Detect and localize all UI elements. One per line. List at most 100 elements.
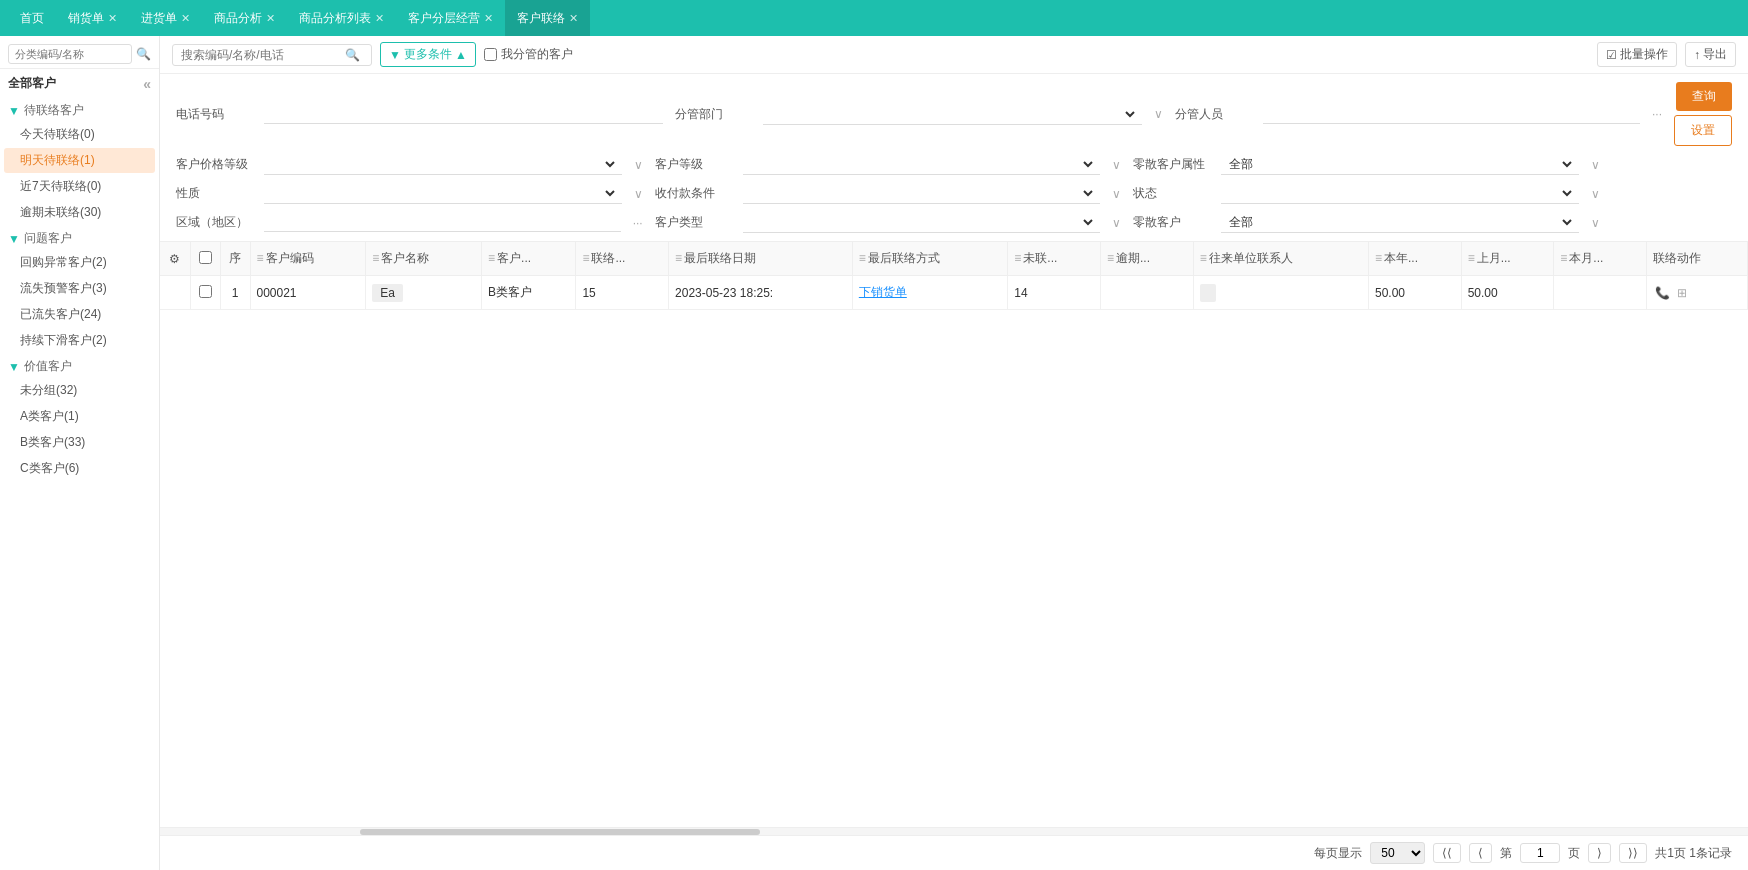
filter-select-retail-attr[interactable]: 全部 [1225, 156, 1575, 172]
bottom-bar: 每页显示 50 100 ⟨⟨ ⟨ 第 页 ⟩ ⟩⟩ 共1页 1条记录 [160, 835, 1748, 870]
col-uncontacted[interactable]: ≡未联... [1008, 242, 1101, 276]
col-company-contact[interactable]: ≡往来单位联系人 [1193, 242, 1368, 276]
collapse-icon[interactable]: « [143, 76, 151, 92]
col-category[interactable]: ≡客户... [482, 242, 576, 276]
filter-select-payment[interactable] [747, 185, 1097, 201]
batch-operation-button[interactable]: ☑ 批量操作 [1597, 42, 1677, 67]
sidebar-item-ungrouped[interactable]: 未分组(32) [4, 378, 155, 403]
filter-input-region[interactable] [264, 213, 621, 232]
col-last-contact-date[interactable]: ≡最后联络日期 [669, 242, 853, 276]
filter-select-level[interactable] [747, 156, 1097, 172]
nav-product-analysis[interactable]: 商品分析 ✕ [202, 0, 287, 36]
query-button[interactable]: 查询 [1676, 82, 1732, 111]
last-page-button[interactable]: ⟩⟩ [1619, 843, 1647, 863]
filter-input-person[interactable] [1263, 105, 1640, 124]
col-customer-code[interactable]: ≡客户编码 [250, 242, 366, 276]
search-icon[interactable]: 🔍 [345, 48, 360, 62]
filter-select-price[interactable] [268, 156, 618, 172]
chevron-down-icon[interactable]: ∨ [1591, 158, 1600, 172]
filter-row-3: 性质 ∨ 收付款条件 ∨ 状态 [176, 183, 1732, 204]
export-button[interactable]: ↑ 导出 [1685, 42, 1736, 67]
close-icon[interactable]: ✕ [266, 12, 275, 25]
col-last-month[interactable]: ≡上月... [1461, 242, 1554, 276]
first-page-button[interactable]: ⟨⟨ [1433, 843, 1461, 863]
col-last-contact-method[interactable]: ≡最后联络方式 [852, 242, 1008, 276]
chevron-down-icon[interactable]: ∨ [1591, 187, 1600, 201]
filter-select-retail-attr-wrap: 全部 [1221, 154, 1579, 175]
row-select-checkbox[interactable] [199, 285, 212, 298]
sidebar-item-7days[interactable]: 近7天待联络(0) [4, 174, 155, 199]
col-this-year[interactable]: ≡本年... [1369, 242, 1462, 276]
filter-input-phone[interactable] [264, 105, 663, 124]
sidebar-item-class-c[interactable]: C类客户(6) [4, 456, 155, 481]
chevron-down-icon[interactable]: ∨ [1112, 187, 1121, 201]
sidebar-item-abnormal[interactable]: 回购异常客户(2) [4, 250, 155, 275]
search-input[interactable] [181, 48, 341, 62]
nav-sales-order[interactable]: 销货单 ✕ [56, 0, 129, 36]
row-last-month: 50.00 [1461, 276, 1554, 310]
col-checkbox[interactable] [190, 242, 220, 276]
next-page-button[interactable]: ⟩ [1588, 843, 1611, 863]
close-icon[interactable]: ✕ [375, 12, 384, 25]
page-size-select[interactable]: 50 100 [1370, 842, 1425, 864]
col-overdue[interactable]: ≡逾期... [1100, 242, 1193, 276]
nav-product-analysis-list[interactable]: 商品分析列表 ✕ [287, 0, 396, 36]
sidebar-group-problem: ▼ 问题客户 [0, 226, 159, 249]
sidebar-all-customers[interactable]: 全部客户 « [0, 69, 159, 98]
phone-icon[interactable]: 📞 [1655, 286, 1670, 300]
ellipsis-icon[interactable]: ··· [1652, 107, 1662, 121]
filter-select-dept[interactable] [767, 106, 1137, 122]
chevron-down-icon[interactable]: ∨ [634, 158, 643, 172]
row-checkbox[interactable] [190, 276, 220, 310]
set-button[interactable]: 设置 [1674, 115, 1732, 146]
chevron-down-icon[interactable]: ∨ [1591, 216, 1600, 230]
sidebar-item-class-b[interactable]: B类客户(33) [4, 430, 155, 455]
search-icon[interactable]: 🔍 [136, 47, 151, 61]
col-contact-count[interactable]: ≡联络... [576, 242, 669, 276]
chevron-down-icon[interactable]: ∨ [1154, 107, 1163, 121]
grid-icon[interactable]: ⊞ [1677, 286, 1687, 300]
customer-table: ⚙ 序 ≡客户编码 ≡客户名称 ≡客户... ≡联络.. [160, 242, 1748, 310]
chevron-down-icon[interactable]: ∨ [634, 187, 643, 201]
filter-button[interactable]: ▼ 更多条件 ▲ [380, 42, 476, 67]
filter-label-customer-level: 客户等级 [655, 156, 735, 173]
sidebar-item-churned[interactable]: 已流失客户(24) [4, 302, 155, 327]
close-icon[interactable]: ✕ [181, 12, 190, 25]
close-icon[interactable]: ✕ [108, 12, 117, 25]
sidebar-item-declining[interactable]: 持续下滑客户(2) [4, 328, 155, 353]
filter-phone: 电话号码 [176, 105, 663, 124]
page-number-input[interactable] [1520, 843, 1560, 863]
col-settings[interactable]: ⚙ [160, 242, 190, 276]
nav-purchase-order[interactable]: 进货单 ✕ [129, 0, 202, 36]
select-all-checkbox[interactable] [199, 251, 212, 264]
filter-icon: ▼ [389, 48, 401, 62]
filter-select-nature[interactable] [268, 185, 618, 201]
sidebar-item-overdue[interactable]: 逾期未联络(30) [4, 200, 155, 225]
row-last-contact-method[interactable]: 下销货单 [852, 276, 1008, 310]
sidebar-item-tomorrow[interactable]: 明天待联络(1) [4, 148, 155, 173]
chevron-down-icon[interactable]: ∨ [1112, 216, 1121, 230]
close-icon[interactable]: ✕ [569, 12, 578, 25]
horizontal-scrollbar[interactable] [160, 827, 1748, 835]
sidebar-item-today[interactable]: 今天待联络(0) [4, 122, 155, 147]
sidebar-search-input[interactable] [8, 44, 132, 64]
filter-select-retail[interactable]: 全部 [1225, 214, 1575, 230]
col-customer-name[interactable]: ≡客户名称 [366, 242, 482, 276]
sidebar-item-churn-warning[interactable]: 流失预警客户(3) [4, 276, 155, 301]
close-icon[interactable]: ✕ [484, 12, 493, 25]
nav-customer-contact[interactable]: 客户联络 ✕ [505, 0, 590, 36]
chevron-down-icon[interactable]: ∨ [1112, 158, 1121, 172]
nav-home[interactable]: 首页 [8, 0, 56, 36]
scrollbar-thumb[interactable] [360, 829, 760, 835]
sidebar-item-class-a[interactable]: A类客户(1) [4, 404, 155, 429]
filter-select-status[interactable] [1225, 185, 1575, 201]
prev-page-button[interactable]: ⟨ [1469, 843, 1492, 863]
my-customer-checkbox[interactable] [484, 48, 497, 61]
my-customer-checkbox-wrap[interactable]: 我分管的客户 [484, 46, 573, 63]
page-label: 第 [1500, 845, 1512, 862]
col-num: 序 [220, 242, 250, 276]
ellipsis-icon[interactable]: ··· [633, 216, 643, 230]
col-this-month[interactable]: ≡本月... [1554, 242, 1647, 276]
nav-customer-tier[interactable]: 客户分层经营 ✕ [396, 0, 505, 36]
filter-select-type[interactable] [747, 214, 1097, 230]
